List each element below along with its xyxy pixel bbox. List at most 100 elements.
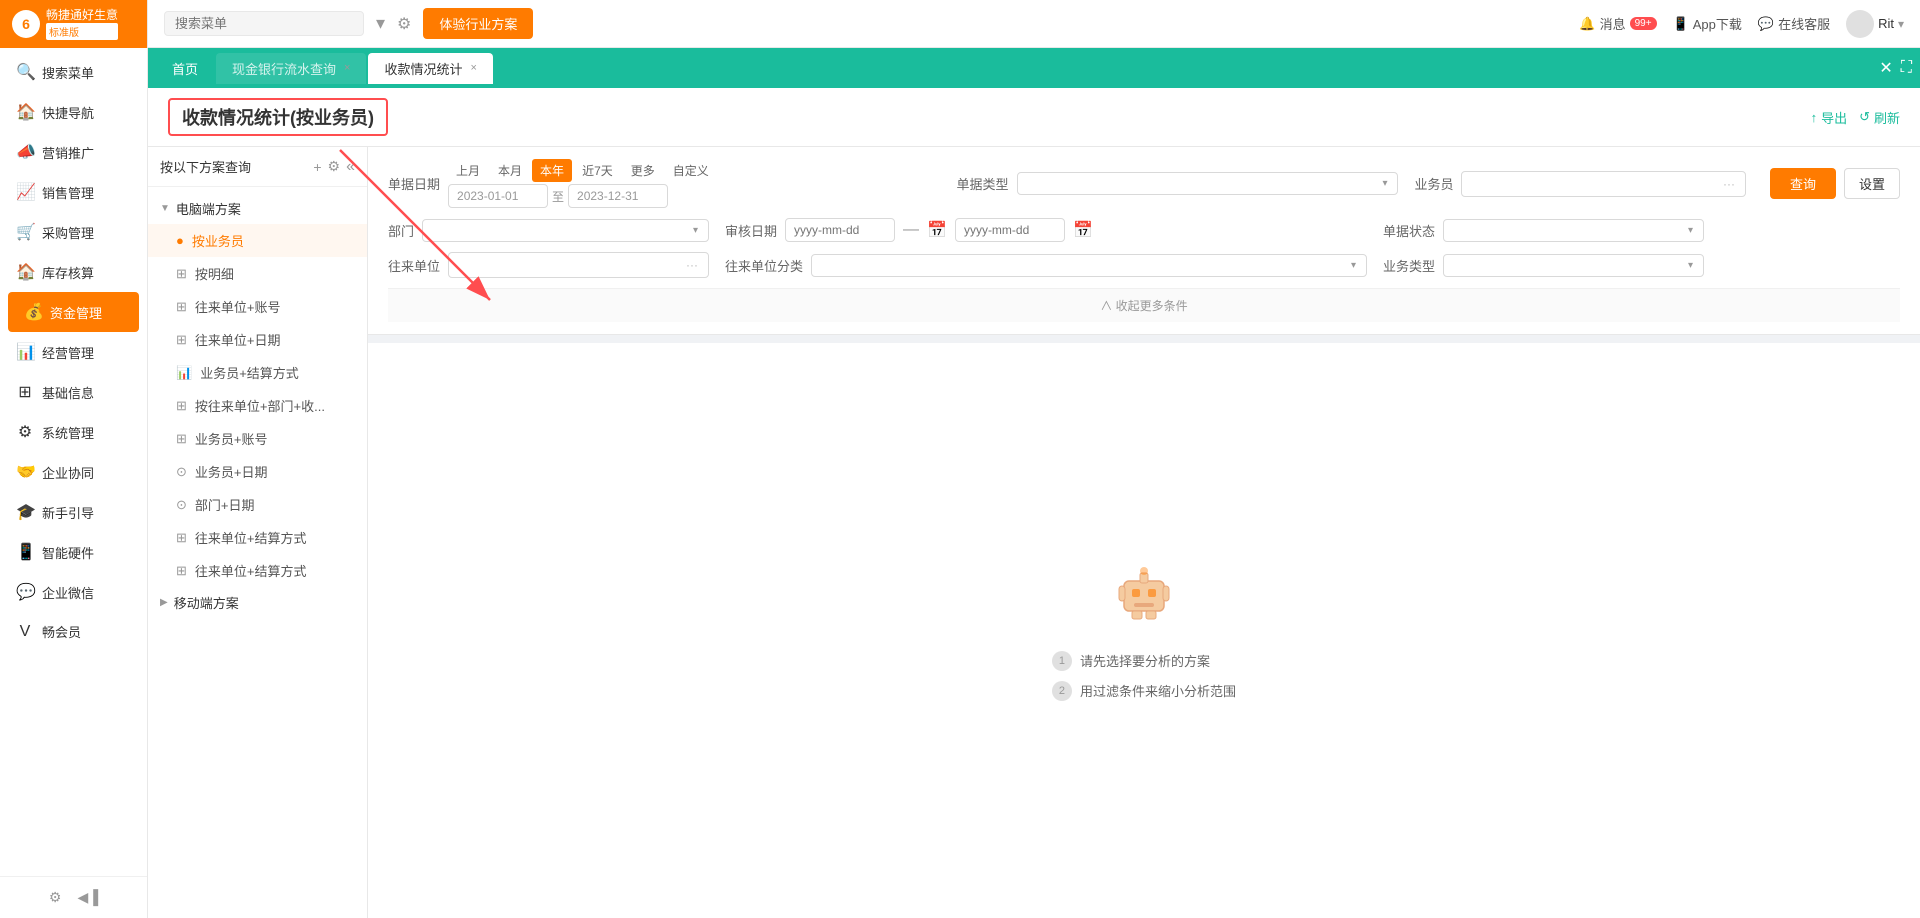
sidebar-item-inventory[interactable]: 🏠 库存核算 bbox=[0, 252, 147, 292]
sidebar-item-hardware[interactable]: 📱 智能硬件 bbox=[0, 532, 147, 572]
collapse-panel-btn[interactable]: « bbox=[346, 158, 355, 176]
sidebar-item-nav[interactable]: 🏠 快捷导航 bbox=[0, 92, 147, 132]
tab-collection-label: 收款情况统计 bbox=[384, 59, 462, 78]
tree-item-label: 业务员+结算方式 bbox=[200, 363, 299, 382]
settings-footer-btn[interactable]: ⚙ bbox=[45, 885, 66, 910]
date-tab-7days[interactable]: 近7天 bbox=[574, 159, 621, 182]
add-scheme-btn[interactable]: + bbox=[313, 159, 321, 175]
logo-area: 6 畅捷通好生意 标准版 bbox=[0, 0, 147, 48]
tree-item-salesman[interactable]: ● 按业务员 bbox=[148, 224, 367, 257]
doc-type-control[interactable]: ▾ bbox=[1017, 172, 1399, 195]
app-download-label: App下载 bbox=[1693, 14, 1742, 33]
tab-expand-btn[interactable]: ⛶ bbox=[1901, 58, 1912, 78]
sidebar-item-search[interactable]: 🔍 搜索菜单 bbox=[0, 52, 147, 92]
mobile-group-label: 移动端方案 bbox=[174, 593, 239, 612]
tree-item-detail[interactable]: ⊞ 按明细 bbox=[148, 257, 367, 290]
dropdown-arrow[interactable]: ▾ bbox=[376, 13, 385, 34]
settings-button[interactable]: 设置 bbox=[1844, 168, 1900, 199]
trial-button[interactable]: 体验行业方案 bbox=[423, 8, 533, 39]
sidebar-item-system[interactable]: ⚙ 系统管理 bbox=[0, 412, 147, 452]
tree-item-label: 业务员+账号 bbox=[195, 429, 268, 448]
partner-cat-control[interactable]: ▾ bbox=[811, 254, 1367, 277]
date-tab-last-month[interactable]: 上月 bbox=[448, 159, 488, 182]
sidebar-item-member[interactable]: V 畅会员 bbox=[0, 612, 147, 651]
tab-collection[interactable]: 收款情况统计 × bbox=[368, 53, 492, 84]
tab-controls: ✕ ⛶ bbox=[1879, 58, 1912, 78]
doc-status-control[interactable]: ▾ bbox=[1443, 219, 1704, 242]
tree-item-partner-account[interactable]: ⊞ 往来单位+账号 bbox=[148, 290, 367, 323]
refresh-btn[interactable]: ↺ 刷新 bbox=[1859, 108, 1900, 127]
export-btn[interactable]: ↑ 导出 bbox=[1811, 108, 1848, 127]
date-tab-custom[interactable]: 自定义 bbox=[665, 159, 717, 182]
breadcrumb-input[interactable] bbox=[164, 11, 364, 36]
service-icon: 💬 bbox=[1758, 16, 1774, 32]
user-avatar-area[interactable]: Rit ▾ bbox=[1846, 10, 1904, 38]
audit-date-filter-item: 审核日期 — 📅 📅 bbox=[725, 218, 1367, 242]
tree-item-salesman-settle[interactable]: 📊 业务员+结算方式 bbox=[148, 356, 367, 389]
date-from-input[interactable]: 2023-01-01 bbox=[448, 184, 548, 208]
grid7-icon: ⊞ bbox=[176, 563, 187, 579]
tree-item-partner-settle2[interactable]: ⊞ 往来单位+结算方式 bbox=[148, 554, 367, 587]
app-download-item[interactable]: 📱 App下载 bbox=[1673, 14, 1742, 33]
sidebar-item-label: 营销推广 bbox=[42, 143, 94, 162]
sidebar-item-sales[interactable]: 📈 销售管理 bbox=[0, 172, 147, 212]
tab-close-btn[interactable]: ✕ bbox=[1879, 58, 1892, 78]
online-service-item[interactable]: 💬 在线客服 bbox=[1758, 14, 1830, 33]
salesman-more-icon[interactable]: ··· bbox=[1723, 177, 1735, 191]
doc-type-arrow-icon: ▾ bbox=[1382, 178, 1387, 189]
tree-item-salesman-date[interactable]: ⊙ 业务员+日期 bbox=[148, 455, 367, 488]
sidebar-item-basic[interactable]: ⊞ 基础信息 bbox=[0, 372, 147, 412]
sidebar-item-label: 畅会员 bbox=[42, 622, 81, 641]
date-tab-this-year[interactable]: 本年 bbox=[532, 159, 572, 182]
page-title-box: 收款情况统计(按业务员) bbox=[168, 98, 388, 136]
notification-label: 消息 bbox=[1600, 14, 1626, 33]
guide-icon: 🎓 bbox=[16, 502, 34, 522]
collapse-more-btn[interactable]: ∧ 收起更多条件 bbox=[388, 288, 1900, 322]
export-icon: ↑ bbox=[1811, 110, 1818, 125]
sidebar-item-finance[interactable]: 💰 资金管理 bbox=[8, 292, 139, 332]
desktop-group-header[interactable]: ▼ 电脑端方案 bbox=[148, 193, 367, 224]
tree-item-dept-date[interactable]: ⊙ 部门+日期 bbox=[148, 488, 367, 521]
sidebar-item-purchase[interactable]: 🛒 采购管理 bbox=[0, 212, 147, 252]
tab-collection-close[interactable]: × bbox=[470, 62, 476, 74]
sidebar-item-marketing[interactable]: 📣 营销推广 bbox=[0, 132, 147, 172]
expand-arrow2-icon: ▶ bbox=[160, 597, 168, 608]
empty-step-1: 1 请先选择要分析的方案 bbox=[1052, 651, 1236, 671]
partner-cat-label: 往来单位分类 bbox=[725, 256, 803, 275]
basic-icon: ⊞ bbox=[16, 382, 34, 402]
tree-item-partner-settle1[interactable]: ⊞ 往来单位+结算方式 bbox=[148, 521, 367, 554]
audit-from-calendar-icon[interactable]: 📅 bbox=[927, 220, 947, 240]
gear-icon[interactable]: ⚙ bbox=[397, 14, 411, 34]
sidebar-item-guide[interactable]: 🎓 新手引导 bbox=[0, 492, 147, 532]
tab-bank[interactable]: 现金银行流水查询 × bbox=[216, 53, 366, 84]
settings-scheme-btn[interactable]: ⚙ bbox=[328, 158, 341, 175]
content-area: 按以下方案查询 + ⚙ « ▼ 电脑端方案 ● 按业务员 bbox=[148, 147, 1920, 918]
audit-to-input[interactable] bbox=[955, 218, 1065, 242]
date-to-input[interactable]: 2023-12-31 bbox=[568, 184, 668, 208]
desktop-group-label: 电脑端方案 bbox=[176, 199, 241, 218]
right-panel: 单据日期 上月 本月 本年 近7天 更多 自定义 2023- bbox=[368, 147, 1920, 918]
biz-type-control[interactable]: ▾ bbox=[1443, 254, 1704, 277]
collapse-footer-btn[interactable]: ◀▐ bbox=[73, 885, 102, 910]
date-tab-more[interactable]: 更多 bbox=[623, 159, 663, 182]
sidebar-item-label: 销售管理 bbox=[42, 183, 94, 202]
tree-item-salesman-account[interactable]: ⊞ 业务员+账号 bbox=[148, 422, 367, 455]
date-tab-this-month[interactable]: 本月 bbox=[490, 159, 530, 182]
mobile-group-header[interactable]: ▶ 移动端方案 bbox=[148, 587, 367, 618]
audit-from-input[interactable] bbox=[785, 218, 895, 242]
partner-control[interactable]: ··· bbox=[448, 252, 709, 278]
sidebar-item-management[interactable]: 📊 经营管理 bbox=[0, 332, 147, 372]
tab-home[interactable]: 首页 bbox=[156, 53, 214, 84]
dept-control[interactable]: ▾ bbox=[422, 219, 709, 242]
sidebar-item-cooperation[interactable]: 🤝 企业协同 bbox=[0, 452, 147, 492]
salesman-control[interactable]: ··· bbox=[1461, 171, 1745, 197]
tree-item-label: 往来单位+账号 bbox=[195, 297, 281, 316]
audit-to-calendar-icon[interactable]: 📅 bbox=[1073, 220, 1093, 240]
query-button[interactable]: 查询 bbox=[1770, 168, 1836, 199]
tab-bank-close[interactable]: × bbox=[344, 62, 350, 74]
sidebar-item-weixin[interactable]: 💬 企业微信 bbox=[0, 572, 147, 612]
tree-item-partner-date[interactable]: ⊞ 往来单位+日期 bbox=[148, 323, 367, 356]
partner-more-icon[interactable]: ··· bbox=[686, 258, 698, 272]
tree-item-partner-dept[interactable]: ⊞ 按往来单位+部门+收... bbox=[148, 389, 367, 422]
notification-item[interactable]: 🔔 消息 99+ bbox=[1579, 14, 1656, 33]
